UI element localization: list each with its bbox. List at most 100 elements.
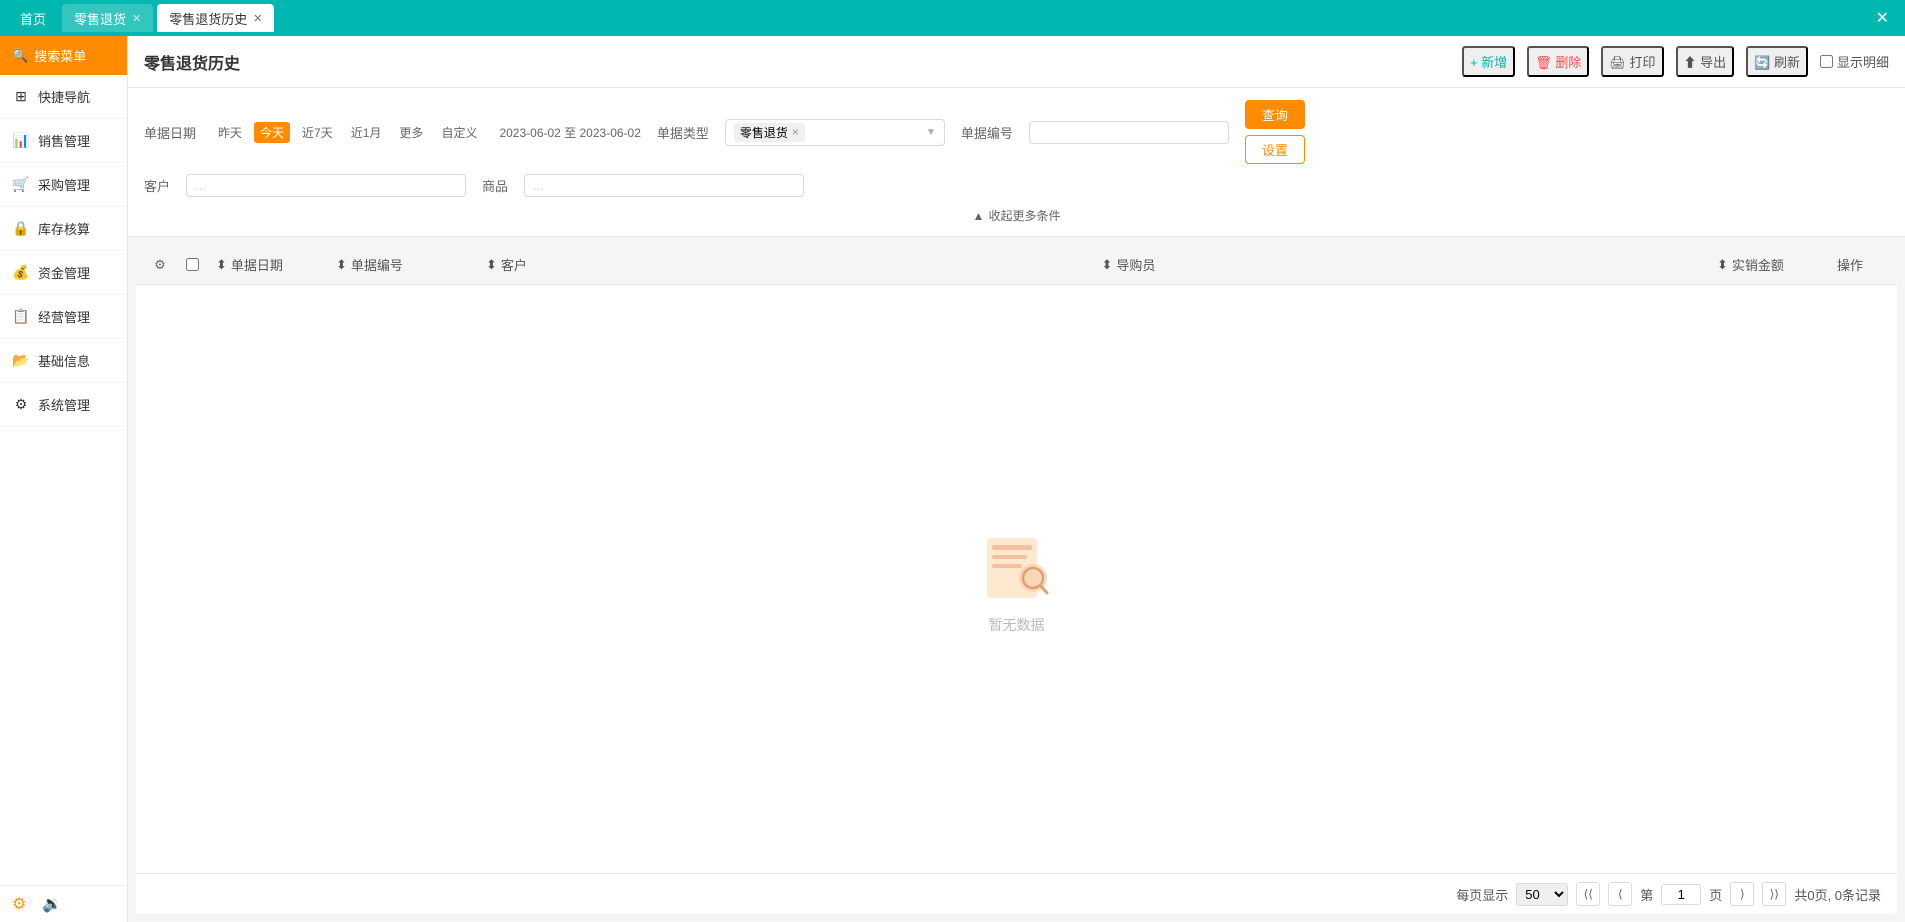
sidebar-item-finance-mgmt-label: 资金管理 xyxy=(38,263,90,282)
number-label: 单据编号 xyxy=(961,123,1013,142)
sidebar-search[interactable]: 🔍 搜索菜单 xyxy=(0,36,127,75)
sidebar-item-sales-mgmt[interactable]: 📊 销售管理 xyxy=(0,119,127,163)
th-guide-icon: ⬍ xyxy=(1102,257,1113,273)
date-btn-custom[interactable]: 自定义 xyxy=(435,122,483,143)
tab-retail-return-close[interactable]: ✕ xyxy=(132,12,141,25)
export-button[interactable]: ⬆ 导出 xyxy=(1676,46,1735,77)
gear-icon: ⚙ xyxy=(12,396,30,414)
sidebar-item-basic-info-label: 基础信息 xyxy=(38,351,90,370)
money-icon: 💰 xyxy=(12,264,30,282)
tab-home[interactable]: 首页 xyxy=(8,4,58,32)
settings-icon[interactable]: ⚙ xyxy=(12,894,26,914)
setting-button[interactable]: 设置 xyxy=(1245,135,1305,164)
sidebar-item-basic-info[interactable]: 📂 基础信息 xyxy=(0,339,127,383)
th-sn-label: ⬍ xyxy=(336,257,347,273)
per-page-select[interactable]: 50 100 200 xyxy=(1516,883,1568,906)
date-group: 昨天 今天 近7天 近1月 更多 自定义 xyxy=(212,122,483,143)
date-btn-today[interactable]: 今天 xyxy=(254,122,290,143)
goods-label: 商品 xyxy=(482,176,508,195)
search-icon: 🔍 xyxy=(12,48,28,64)
show-detail-checkbox[interactable]: 显示明细 xyxy=(1820,52,1889,71)
toolbar: + 新增 🗑 删除 🖨 打印 ⬆ 导出 🔄 刷新 显示明细 xyxy=(1462,46,1889,77)
th-date[interactable]: ⬍ 单据日期 xyxy=(208,255,328,274)
collapse-button[interactable]: ▲ 收起更多条件 xyxy=(973,207,1061,224)
date-btn-more[interactable]: 更多 xyxy=(393,122,429,143)
date-btn-1month[interactable]: 近1月 xyxy=(345,122,388,143)
volume-icon[interactable]: 🔉 xyxy=(42,894,62,914)
table-select-all[interactable] xyxy=(176,258,208,271)
tab-retail-return-history-close[interactable]: ✕ xyxy=(253,12,262,25)
sidebar-item-quick-nav-label: 快捷导航 xyxy=(38,87,90,106)
select-all-checkbox[interactable] xyxy=(186,258,199,271)
table-settings-icon[interactable]: ⚙ xyxy=(144,257,176,273)
sidebar-item-system-mgmt[interactable]: ⚙ 系统管理 xyxy=(0,383,127,427)
date-range: 2023-06-02 至 2023-06-02 xyxy=(499,124,640,141)
filter-row-2: 客户 ... 商品 ... xyxy=(144,174,1889,197)
window-close-button[interactable]: ✕ xyxy=(1868,8,1897,28)
print-button[interactable]: 🖨 打印 xyxy=(1601,46,1663,77)
th-action-text: 操作 xyxy=(1837,255,1863,274)
page-unit: 页 xyxy=(1709,885,1722,904)
sidebar-item-finance-mgmt[interactable]: 💰 资金管理 xyxy=(0,251,127,295)
type-select[interactable]: 零售退货 × ▼ xyxy=(725,119,945,146)
empty-illustration xyxy=(977,523,1057,603)
number-input[interactable] xyxy=(1029,121,1229,144)
page-input[interactable] xyxy=(1661,884,1701,905)
type-label: 单据类型 xyxy=(657,123,709,142)
th-action: 操作 xyxy=(1829,255,1889,274)
prev-page-button[interactable]: ⟨ xyxy=(1608,882,1632,906)
sidebar-item-sales-mgmt-label: 销售管理 xyxy=(38,131,90,150)
refresh-button[interactable]: 🔄 刷新 xyxy=(1746,46,1808,77)
tab-retail-return-history[interactable]: 零售退货历史 ✕ xyxy=(157,4,274,32)
collapse-label: 收起更多条件 xyxy=(988,207,1060,224)
filter-area: 单据日期 昨天 今天 近7天 近1月 更多 自定义 2023-06-02 至 2… xyxy=(128,88,1905,237)
add-button[interactable]: + 新增 xyxy=(1462,46,1515,77)
customer-placeholder: ... xyxy=(195,178,206,193)
th-customer[interactable]: ⬍ 客户 xyxy=(478,255,1094,274)
th-customer-icon: ⬍ xyxy=(486,257,497,273)
query-button[interactable]: 查询 xyxy=(1245,100,1305,129)
sidebar-item-inventory[interactable]: 🔒 库存核算 xyxy=(0,207,127,251)
th-customer-text: 客户 xyxy=(501,255,527,274)
table-area: ⚙ ⬍ 单据日期 ⬍ 单据编号 ⬍ 客户 ⬍ 导购员 xyxy=(136,245,1897,914)
type-tag-close[interactable]: × xyxy=(792,125,799,139)
date-label: 单据日期 xyxy=(144,123,196,142)
th-sn[interactable]: ⬍ 单据编号 xyxy=(328,255,478,274)
sidebar-item-quick-nav[interactable]: ⊞ 快捷导航 xyxy=(0,75,127,119)
pagination: 每页显示 50 100 200 ⟨⟨ ⟨ 第 页 ⟩ ⟩⟩ 共0页, 0条记录 xyxy=(136,873,1897,914)
th-date-text: 单据日期 xyxy=(231,255,283,274)
sidebar-search-label: 搜索菜单 xyxy=(34,46,86,65)
th-guide[interactable]: ⬍ 导购员 xyxy=(1094,255,1710,274)
clipboard-icon: 📋 xyxy=(12,308,30,326)
date-btn-7days[interactable]: 近7天 xyxy=(296,122,339,143)
type-tag-value: 零售退货 xyxy=(740,124,788,141)
per-page-label: 每页显示 xyxy=(1456,885,1508,904)
tab-retail-return-history-label: 零售退货历史 xyxy=(169,9,247,28)
date-btn-yesterday[interactable]: 昨天 xyxy=(212,122,248,143)
delete-button[interactable]: 🗑 删除 xyxy=(1527,46,1589,77)
last-page-button[interactable]: ⟩⟩ xyxy=(1762,882,1786,906)
sidebar-item-purchase-mgmt-label: 采购管理 xyxy=(38,175,90,194)
tab-retail-return[interactable]: 零售退货 ✕ xyxy=(62,4,153,32)
tab-home-label: 首页 xyxy=(20,9,46,28)
customer-select[interactable]: ... xyxy=(186,174,466,197)
first-page-button[interactable]: ⟨⟨ xyxy=(1576,882,1600,906)
sidebar-item-operation-mgmt-label: 经营管理 xyxy=(38,307,90,326)
home-icon: ⊞ xyxy=(12,88,30,106)
th-amount-icon: ⬍ xyxy=(1717,257,1728,273)
collapse-icon: ▲ xyxy=(973,209,985,223)
th-date-label: ⬍ xyxy=(216,257,227,273)
tab-retail-return-label: 零售退货 xyxy=(74,9,126,28)
th-amount[interactable]: ⬍ 实销金额 xyxy=(1709,255,1829,274)
chart-icon: 📊 xyxy=(12,132,30,150)
next-page-button[interactable]: ⟩ xyxy=(1730,882,1754,906)
sidebar-item-operation-mgmt[interactable]: 📋 经营管理 xyxy=(0,295,127,339)
th-sn-text: 单据编号 xyxy=(351,255,403,274)
main-layout: 🔍 搜索菜单 ⊞ 快捷导航 📊 销售管理 🛒 采购管理 🔒 库存核算 💰 资金管… xyxy=(0,36,1905,922)
goods-select[interactable]: ... xyxy=(524,174,804,197)
show-detail-input[interactable] xyxy=(1820,55,1833,68)
goods-placeholder: ... xyxy=(533,178,544,193)
th-amount-text: 实销金额 xyxy=(1732,255,1784,274)
sidebar-item-purchase-mgmt[interactable]: 🛒 采购管理 xyxy=(0,163,127,207)
filter-row-1: 单据日期 昨天 今天 近7天 近1月 更多 自定义 2023-06-02 至 2… xyxy=(144,100,1889,164)
